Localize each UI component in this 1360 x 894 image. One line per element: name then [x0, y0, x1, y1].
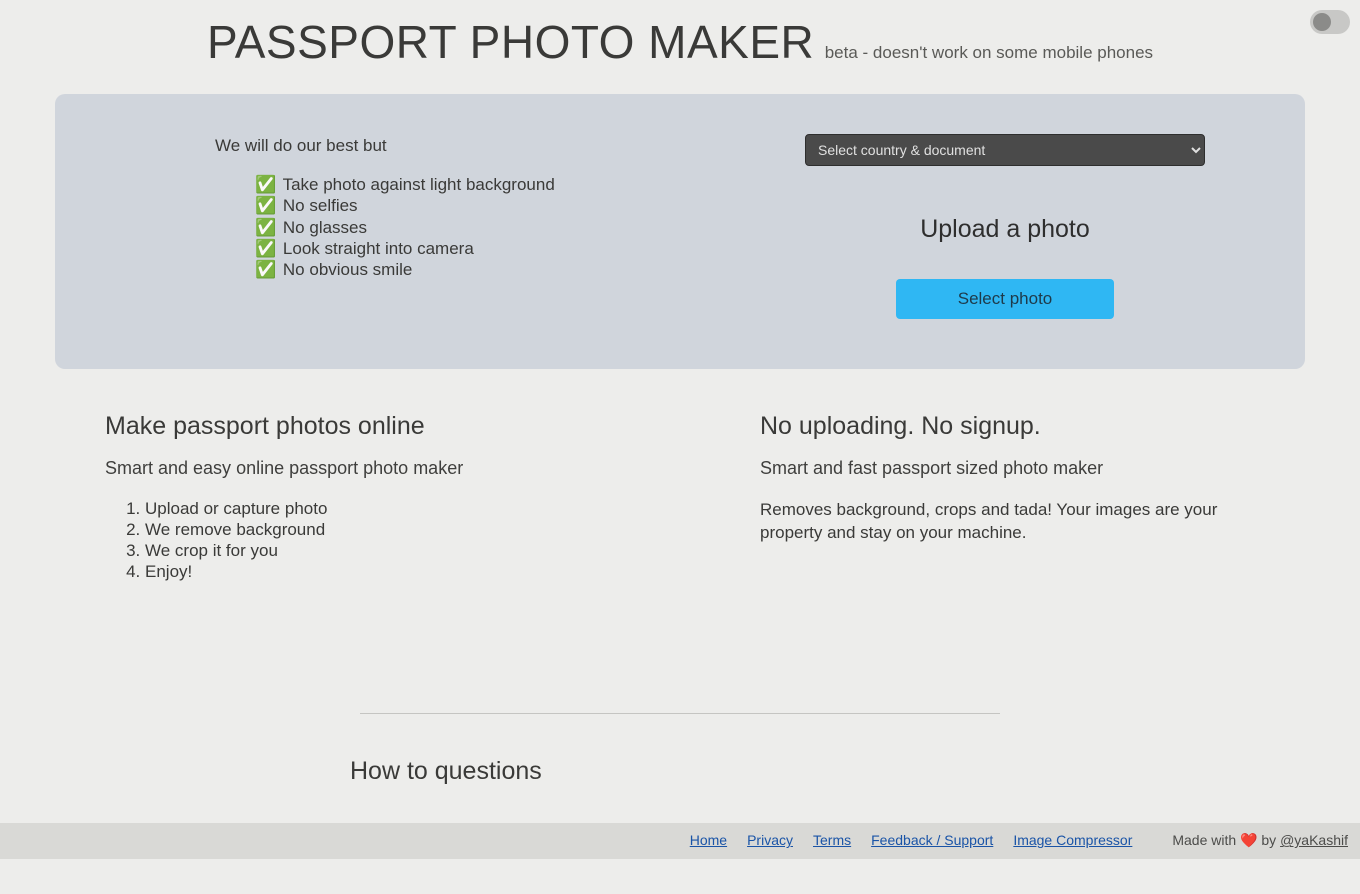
steps-list: Upload or capture photo We remove backgr…: [105, 498, 600, 583]
howto-heading: How to questions: [350, 754, 1010, 789]
made-by: by: [1258, 832, 1281, 848]
page-header: PASSPORT PHOTO MAKER beta - doesn't work…: [0, 0, 1360, 94]
footer-link-image-compressor[interactable]: Image Compressor: [1013, 831, 1132, 851]
section-divider: [360, 713, 1000, 714]
tip-item: ✅ No glasses: [255, 217, 715, 238]
footer-link-privacy[interactable]: Privacy: [747, 831, 793, 851]
footer: Home Privacy Terms Feedback / Support Im…: [0, 823, 1360, 859]
step-item: We crop it for you: [145, 540, 600, 561]
page-title: PASSPORT PHOTO MAKER: [207, 16, 814, 68]
col-right-sub: Smart and fast passport sized photo make…: [760, 456, 1255, 481]
tips-list: ✅ Take photo against light background ✅ …: [215, 174, 715, 280]
upload-panel: Select country & document Upload a photo…: [755, 134, 1255, 319]
upload-heading: Upload a photo: [920, 212, 1090, 247]
check-icon: ✅: [255, 175, 276, 194]
heart-icon: ❤️: [1240, 832, 1257, 848]
col-right-heading: No uploading. No signup.: [760, 409, 1255, 444]
tips-panel: We will do our best but ✅ Take photo aga…: [105, 134, 715, 319]
step-item: We remove background: [145, 519, 600, 540]
tip-text: No glasses: [283, 218, 367, 237]
tip-text: No obvious smile: [283, 260, 412, 279]
footer-link-home[interactable]: Home: [690, 831, 727, 851]
tip-text: Look straight into camera: [283, 239, 474, 258]
tip-text: No selfies: [283, 196, 358, 215]
info-col-left: Make passport photos online Smart and ea…: [55, 409, 650, 582]
step-item: Upload or capture photo: [145, 498, 600, 519]
tip-item: ✅ Look straight into camera: [255, 238, 715, 259]
check-icon: ✅: [255, 260, 276, 279]
tip-item: ✅ Take photo against light background: [255, 174, 715, 195]
col-left-heading: Make passport photos online: [105, 409, 600, 444]
theme-toggle[interactable]: [1310, 10, 1350, 34]
theme-toggle-knob: [1313, 13, 1331, 31]
footer-link-terms[interactable]: Terms: [813, 831, 851, 851]
info-col-right: No uploading. No signup. Smart and fast …: [710, 409, 1305, 582]
main-card: We will do our best but ✅ Take photo aga…: [55, 94, 1305, 369]
check-icon: ✅: [255, 239, 276, 258]
col-right-body: Removes background, crops and tada! Your…: [760, 498, 1255, 546]
tip-text: Take photo against light background: [283, 175, 555, 194]
step-item: Enjoy!: [145, 561, 600, 582]
check-icon: ✅: [255, 196, 276, 215]
tips-intro: We will do our best but: [215, 134, 715, 158]
info-columns: Make passport photos online Smart and ea…: [55, 409, 1305, 582]
select-photo-button[interactable]: Select photo: [896, 279, 1115, 319]
made-prefix: Made with: [1172, 832, 1240, 848]
tip-item: ✅ No selfies: [255, 195, 715, 216]
country-document-select[interactable]: Select country & document: [805, 134, 1205, 166]
col-left-sub: Smart and easy online passport photo mak…: [105, 456, 600, 481]
check-icon: ✅: [255, 218, 276, 237]
footer-link-feedback[interactable]: Feedback / Support: [871, 831, 993, 851]
footer-made-with: Made with ❤️ by @yaKashif: [1172, 831, 1348, 851]
footer-author-link[interactable]: @yaKashif: [1280, 832, 1348, 848]
page-subtitle: beta - doesn't work on some mobile phone…: [825, 43, 1153, 62]
tip-item: ✅ No obvious smile: [255, 259, 715, 280]
